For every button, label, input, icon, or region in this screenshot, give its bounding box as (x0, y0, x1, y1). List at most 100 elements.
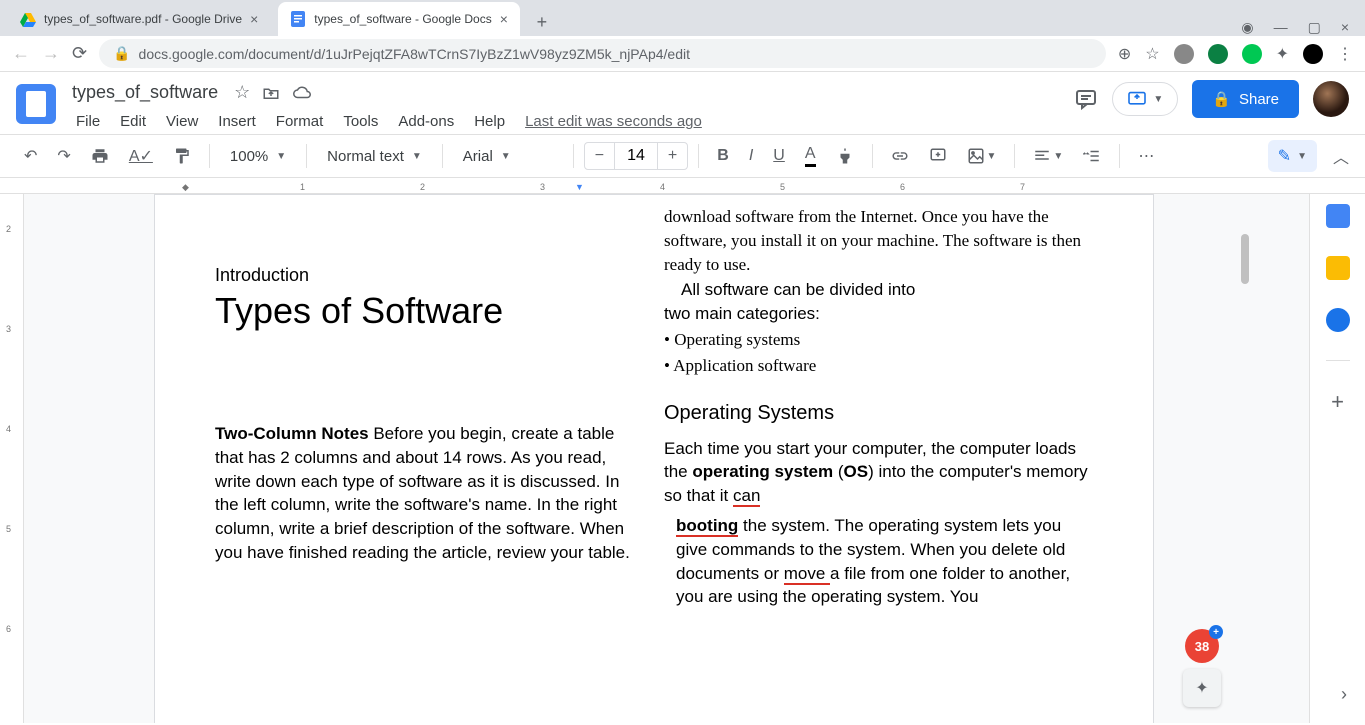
calendar-app-icon[interactable] (1326, 204, 1350, 228)
menu-edit[interactable]: Edit (112, 109, 154, 134)
line-spacing-button[interactable] (1075, 141, 1109, 171)
present-button[interactable]: ▼ (1112, 82, 1178, 116)
vertical-ruler[interactable]: 2 3 4 5 6 (0, 194, 24, 723)
increase-font-button[interactable]: + (658, 143, 687, 169)
menu-tools[interactable]: Tools (335, 109, 386, 134)
col1-paragraph: Two-Column Notes Before you begin, creat… (215, 422, 644, 565)
toolbar: ↶ ↷ A✓ 100%▼ Normal text▼ Arial▼ − 14 + … (0, 134, 1365, 178)
back-button[interactable]: ← (12, 43, 30, 64)
os-paragraph-1: Each time you start your computer, the c… (664, 437, 1093, 508)
hide-side-panel-button[interactable]: › (1341, 684, 1347, 705)
bullet-1: • Operating systems (664, 328, 1093, 352)
italic-button[interactable]: I (741, 141, 761, 171)
cloud-icon[interactable] (292, 84, 312, 102)
menu-help[interactable]: Help (466, 109, 513, 134)
document-heading: Types of Software (215, 290, 644, 332)
bullet-2: • Application software (664, 354, 1093, 378)
lock-icon: 🔒 (1212, 90, 1231, 108)
document-title[interactable]: types_of_software (68, 80, 222, 105)
zoom-icon[interactable]: ⊕ (1118, 44, 1131, 64)
menu-insert[interactable]: Insert (210, 109, 264, 134)
extension-icon-1[interactable] (1174, 44, 1194, 64)
chevron-down-icon: ▼ (1297, 151, 1307, 162)
intro-label: Introduction (215, 265, 644, 286)
forward-button[interactable]: → (42, 43, 60, 64)
text-color-button[interactable]: A (797, 139, 824, 173)
window-controls: ◉ — ▢ × (1225, 19, 1365, 36)
account-icon[interactable]: ◉ (1241, 19, 1253, 36)
document-canvas[interactable]: Introduction Types of Software Two-Colum… (24, 194, 1309, 723)
extension-icon-3[interactable] (1242, 44, 1262, 64)
reload-button[interactable]: ⟳ (72, 43, 87, 64)
browser-tab-strip: types_of_software.pdf - Google Drive × t… (0, 0, 1365, 36)
move-icon[interactable] (262, 84, 280, 102)
browser-tab-1[interactable]: types_of_software - Google Docs × (278, 2, 520, 36)
page: Introduction Types of Software Two-Colum… (154, 194, 1154, 723)
subheading: Operating Systems (664, 402, 1093, 425)
undo-button[interactable]: ↶ (16, 140, 45, 172)
spellcheck-button[interactable]: A✓ (121, 140, 161, 172)
share-label: Share (1239, 91, 1279, 108)
extension-icon-2[interactable] (1208, 44, 1228, 64)
add-comment-button[interactable] (921, 141, 955, 171)
highlight-button[interactable] (828, 141, 862, 171)
bookmark-icon[interactable]: ☆ (1145, 44, 1159, 64)
new-tab-button[interactable]: + (528, 8, 556, 36)
docs-header: types_of_software ☆ File Edit View Inser… (0, 72, 1365, 134)
menu-view[interactable]: View (158, 109, 206, 134)
docs-logo[interactable] (16, 84, 56, 124)
kebab-menu-icon[interactable]: ⋮ (1337, 44, 1353, 64)
star-icon[interactable]: ☆ (234, 82, 250, 103)
workspace: 2 3 4 5 6 Introduction Types of Software… (0, 194, 1365, 723)
menu-bar: File Edit View Insert Format Tools Add-o… (68, 109, 1062, 134)
share-button[interactable]: 🔒 Share (1192, 80, 1299, 118)
more-button[interactable]: ⋯ (1130, 140, 1162, 172)
font-size-input[interactable]: 14 (614, 143, 658, 169)
notification-badge[interactable]: 38 (1185, 629, 1219, 663)
close-icon[interactable]: × (500, 11, 508, 27)
style-dropdown[interactable]: Normal text▼ (317, 144, 432, 169)
drive-icon (20, 11, 36, 27)
lock-icon: 🔒 (113, 45, 130, 62)
zoom-dropdown[interactable]: 100%▼ (220, 144, 296, 169)
image-button[interactable]: ▼ (959, 141, 1005, 171)
editing-mode-button[interactable]: ✎ ▼ (1268, 140, 1317, 172)
add-app-button[interactable]: + (1331, 389, 1344, 415)
comments-icon[interactable] (1074, 87, 1098, 111)
col2-paragraph-1: download software from the Internet. Onc… (664, 205, 1093, 276)
extensions-icon[interactable]: ✦ (1276, 44, 1289, 64)
align-button[interactable]: ▼ (1025, 141, 1071, 171)
profile-icon[interactable] (1303, 44, 1323, 64)
keep-app-icon[interactable] (1326, 256, 1350, 280)
redo-button[interactable]: ↷ (49, 140, 78, 172)
side-panel: + (1309, 194, 1365, 723)
url-text: docs.google.com/document/d/1uJrPejqtZFA8… (139, 46, 690, 62)
maximize-icon[interactable]: ▢ (1308, 19, 1321, 36)
close-icon[interactable]: × (250, 11, 258, 27)
last-edit-link[interactable]: Last edit was seconds ago (517, 109, 710, 134)
address-bar: ← → ⟳ 🔒 docs.google.com/document/d/1uJrP… (0, 36, 1365, 72)
url-input[interactable]: 🔒 docs.google.com/document/d/1uJrPejqtZF… (99, 39, 1106, 68)
browser-tab-0[interactable]: types_of_software.pdf - Google Drive × (8, 2, 270, 36)
close-window-icon[interactable]: × (1341, 19, 1349, 36)
os-paragraph-2: booting the system. The operating system… (676, 514, 1093, 609)
font-dropdown[interactable]: Arial▼ (453, 144, 563, 169)
menu-file[interactable]: File (68, 109, 108, 134)
print-button[interactable] (83, 141, 117, 171)
user-avatar[interactable] (1313, 81, 1349, 117)
font-size-control: − 14 + (584, 142, 688, 170)
underline-button[interactable]: U (765, 141, 793, 171)
collapse-toolbar-button[interactable]: ︿ (1333, 144, 1349, 168)
tasks-app-icon[interactable] (1326, 308, 1350, 332)
explore-button[interactable]: ✦ (1183, 669, 1221, 707)
paint-format-button[interactable] (165, 141, 199, 171)
link-button[interactable] (883, 141, 917, 171)
menu-format[interactable]: Format (268, 109, 332, 134)
horizontal-ruler[interactable]: ◆ 1 2 3 ▼ 4 5 6 7 (0, 178, 1365, 194)
scrollbar[interactable] (1241, 234, 1249, 284)
bold-button[interactable]: B (709, 141, 737, 171)
minimize-icon[interactable]: — (1274, 19, 1288, 36)
decrease-font-button[interactable]: − (585, 143, 614, 169)
menu-addons[interactable]: Add-ons (390, 109, 462, 134)
present-icon (1127, 91, 1147, 107)
